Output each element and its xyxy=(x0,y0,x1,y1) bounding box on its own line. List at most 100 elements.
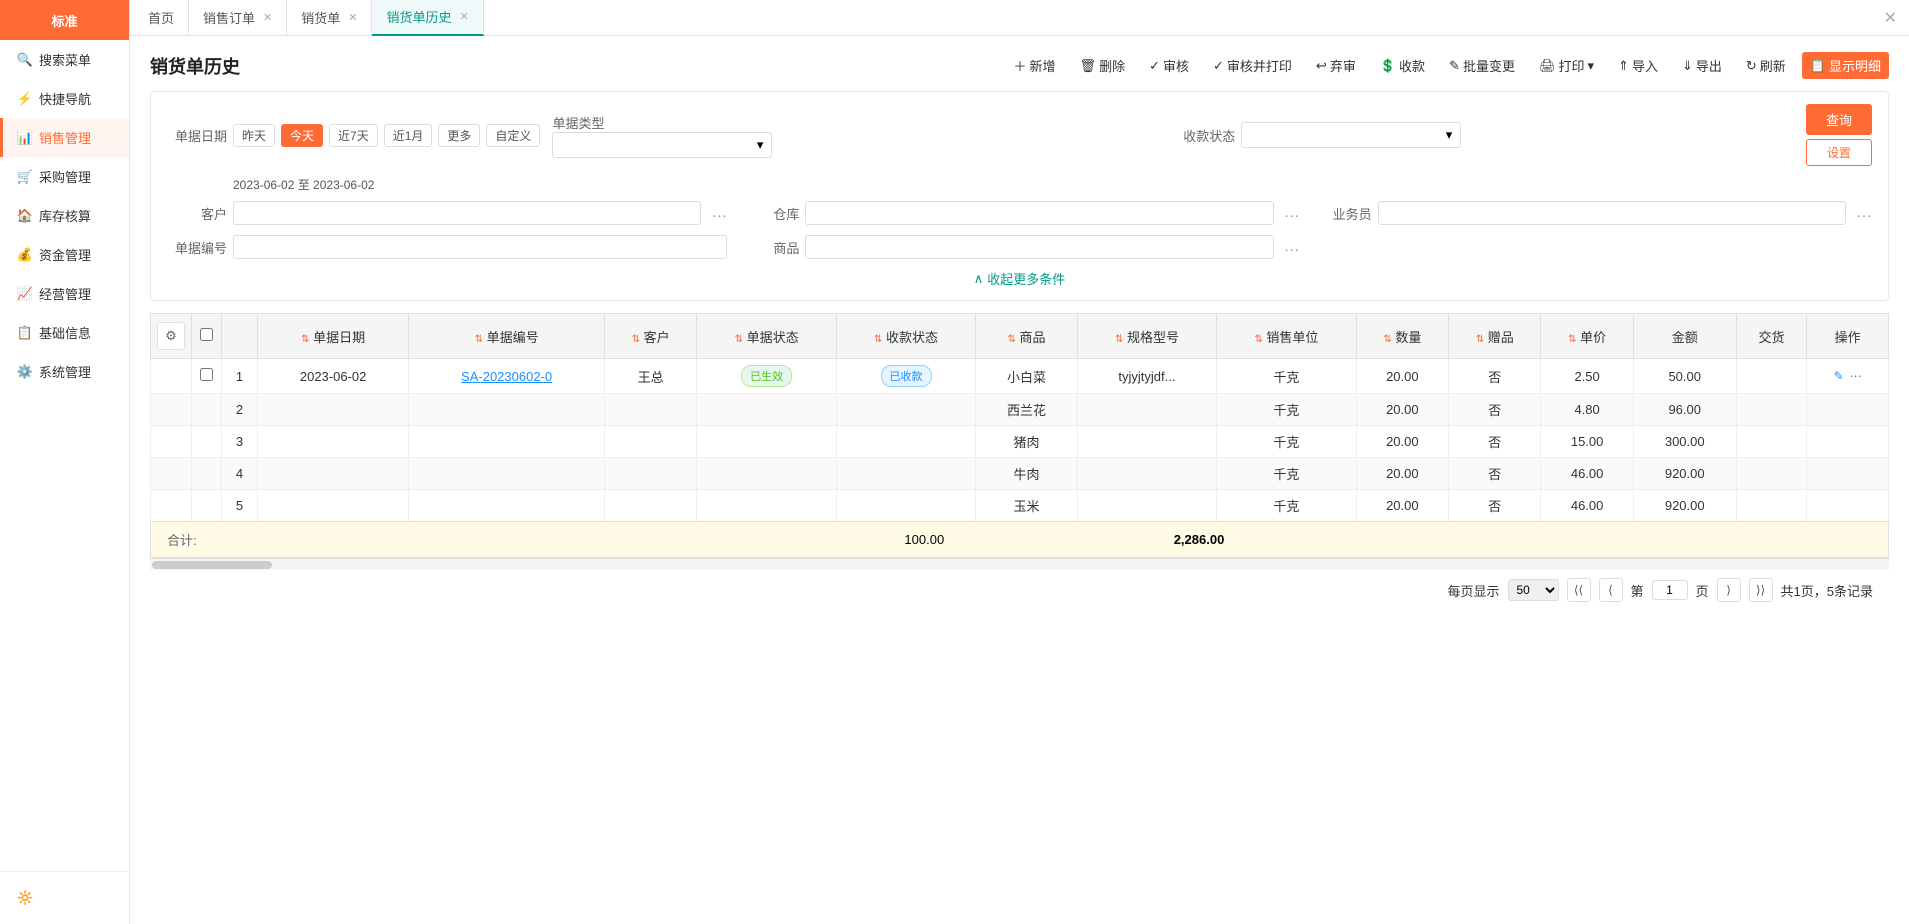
cell-num: 3 xyxy=(222,426,258,458)
sidebar-bottom-action1[interactable]: 🔆 xyxy=(0,880,129,916)
sidebar-item-label: 基础信息 xyxy=(39,323,91,342)
abandon-button[interactable]: ↩ 弃审 xyxy=(1308,52,1364,79)
tab-sales-history-close[interactable]: ✕ xyxy=(460,10,469,23)
show-detail-button[interactable]: 📋 显示明细 xyxy=(1802,52,1889,79)
sidebar-item-sales-mgmt[interactable]: 📊 销售管理 xyxy=(0,118,129,157)
page-size-select[interactable]: 50 100 xyxy=(1508,579,1559,601)
edit-action[interactable]: ✎ xyxy=(1834,369,1844,383)
cell-checkbox[interactable] xyxy=(192,426,222,458)
cell-num: 5 xyxy=(222,490,258,522)
shortcut-today[interactable]: 今天 xyxy=(281,124,323,147)
page-prev-button[interactable]: ⟨ xyxy=(1599,578,1623,602)
scroll-thumb[interactable] xyxy=(152,561,272,569)
scroll-bar-area[interactable] xyxy=(150,558,1889,570)
add-button[interactable]: ＋ 新增 xyxy=(1006,52,1064,79)
cell-checkbox[interactable] xyxy=(192,394,222,426)
filter-warehouse-dots[interactable]: … xyxy=(1284,204,1300,222)
tab-bar-close-all[interactable]: ✕ xyxy=(1884,8,1905,28)
page-last-button[interactable]: ⟩⟩ xyxy=(1749,578,1773,602)
filter-warehouse-input[interactable] xyxy=(805,201,1273,225)
cell-doc-status xyxy=(697,458,836,490)
shortcut-custom[interactable]: 自定义 xyxy=(486,124,540,147)
sort-icon-spec-type: ⇅ xyxy=(1115,334,1123,345)
filter-row-2: 客户 … 仓库 … 业务员 … xyxy=(167,201,1872,225)
th-quantity[interactable]: ⇅ 数量 xyxy=(1356,314,1448,359)
collapse-btn[interactable]: ∧ 收起更多条件 xyxy=(974,269,1066,288)
export-button[interactable]: ⇓ 导出 xyxy=(1674,52,1730,79)
tab-sales-history[interactable]: 销货单历史 ✕ xyxy=(372,0,483,36)
tab-sales-goods[interactable]: 销货单 ✕ xyxy=(287,0,372,36)
sidebar-item-inventory[interactable]: 🏠 库存核算 xyxy=(0,196,129,235)
refresh-button[interactable]: ↻ 刷新 xyxy=(1738,52,1794,79)
page-first-button[interactable]: ⟨⟨ xyxy=(1567,578,1591,602)
sidebar-item-search-menu[interactable]: 🔍 搜索菜单 xyxy=(0,40,129,79)
filter-section: 单据日期 昨天 今天 近7天 近1月 更多 自定义 单据类型 xyxy=(150,91,1889,301)
collect-button[interactable]: 💲 收款 xyxy=(1372,52,1433,79)
sidebar-item-finance[interactable]: 💰 资金管理 xyxy=(0,235,129,274)
delete-button[interactable]: 🗑 删除 xyxy=(1072,52,1134,79)
print-button[interactable]: 🖨 打印 ▾ xyxy=(1531,52,1602,79)
tab-sales-order[interactable]: 销售订单 ✕ xyxy=(189,0,287,36)
filter-doctype-select[interactable]: ▾ xyxy=(552,132,772,158)
th-doc-date[interactable]: ⇅ 单据日期 xyxy=(258,314,409,359)
add-icon: ＋ xyxy=(1014,56,1027,75)
sidebar-item-purchase-mgmt[interactable]: 🛒 采购管理 xyxy=(0,157,129,196)
tab-sales-goods-close[interactable]: ✕ xyxy=(348,11,357,24)
cell-checkbox[interactable] xyxy=(192,359,222,394)
page-size-label: 每页显示 xyxy=(1447,581,1499,600)
th-doc-no[interactable]: ⇅ 单据编号 xyxy=(409,314,605,359)
tab-sales-order-close[interactable]: ✕ xyxy=(263,11,272,24)
filter-docno-item: 单据编号 xyxy=(167,235,727,259)
select-all-checkbox[interactable] xyxy=(200,328,213,341)
cell-doc-no xyxy=(409,426,605,458)
th-checkbox[interactable] xyxy=(192,314,222,359)
shortcut-7days[interactable]: 近7天 xyxy=(329,124,378,147)
shortcut-more[interactable]: 更多 xyxy=(438,124,480,147)
filter-customer-input[interactable] xyxy=(233,201,701,225)
th-gift[interactable]: ⇅ 赠品 xyxy=(1449,314,1541,359)
filter-goods-input[interactable] xyxy=(805,235,1273,259)
set-button[interactable]: 设置 xyxy=(1806,139,1872,166)
show-detail-icon: 📋 xyxy=(1810,58,1826,74)
query-button[interactable]: 查询 xyxy=(1806,104,1872,135)
th-customer[interactable]: ⇅ 客户 xyxy=(604,314,696,359)
audit-print-button[interactable]: ✓ 审核并打印 xyxy=(1205,52,1300,79)
audit-button[interactable]: ✓ 审核 xyxy=(1141,52,1197,79)
query-buttons: 查询 设置 xyxy=(1806,104,1872,166)
th-unit-price[interactable]: ⇅ 单价 xyxy=(1541,314,1633,359)
shortcut-yesterday[interactable]: 昨天 xyxy=(233,124,275,147)
batch-change-icon: ✎ xyxy=(1449,58,1460,74)
sidebar-item-operation[interactable]: 📈 经营管理 xyxy=(0,274,129,313)
sort-icon-sales-unit: ⇅ xyxy=(1254,334,1262,345)
filter-goods-dots[interactable]: … xyxy=(1284,238,1300,256)
th-goods[interactable]: ⇅ 商品 xyxy=(976,314,1077,359)
tab-home[interactable]: 首页 xyxy=(134,0,189,36)
doc-no-link[interactable]: SA-20230602-0 xyxy=(461,369,552,384)
more-action[interactable]: ⋯ xyxy=(1850,369,1862,383)
page-next-button[interactable]: ⟩ xyxy=(1717,578,1741,602)
cell-checkbox[interactable] xyxy=(192,490,222,522)
row-checkbox[interactable] xyxy=(200,368,213,381)
th-payment-status[interactable]: ⇅ 收款状态 xyxy=(836,314,975,359)
import-button[interactable]: ⇑ 导入 xyxy=(1610,52,1666,79)
filter-payment-select[interactable]: ▾ xyxy=(1241,122,1461,148)
table-row: 5 玉米 千克 20.00 否 46.00 920.00 xyxy=(151,490,1889,522)
filter-salesperson-dots[interactable]: … xyxy=(1856,204,1872,222)
sidebar-item-system-mgmt[interactable]: ⚙️ 系统管理 xyxy=(0,352,129,391)
shortcut-1month[interactable]: 近1月 xyxy=(384,124,433,147)
th-doc-status[interactable]: ⇅ 单据状态 xyxy=(697,314,836,359)
filter-goods-item: 商品 … xyxy=(739,235,1299,259)
cell-checkbox[interactable] xyxy=(192,458,222,490)
sidebar-item-quick-nav[interactable]: ⚡ 快捷导航 xyxy=(0,79,129,118)
th-setting[interactable]: ⚙ xyxy=(151,314,192,359)
batch-change-button[interactable]: ✎ 批量变更 xyxy=(1441,52,1523,79)
filter-salesperson-input[interactable] xyxy=(1378,201,1846,225)
th-spec-type[interactable]: ⇅ 规格型号 xyxy=(1077,314,1216,359)
filter-docno-input[interactable] xyxy=(233,235,727,259)
cell-spec-type xyxy=(1077,490,1216,522)
th-sales-unit[interactable]: ⇅ 销售单位 xyxy=(1217,314,1356,359)
page-number-input[interactable] xyxy=(1652,580,1688,600)
table-gear-button[interactable]: ⚙ xyxy=(157,322,185,350)
sidebar-item-basic-info[interactable]: 📋 基础信息 xyxy=(0,313,129,352)
filter-customer-dots[interactable]: … xyxy=(711,204,727,222)
